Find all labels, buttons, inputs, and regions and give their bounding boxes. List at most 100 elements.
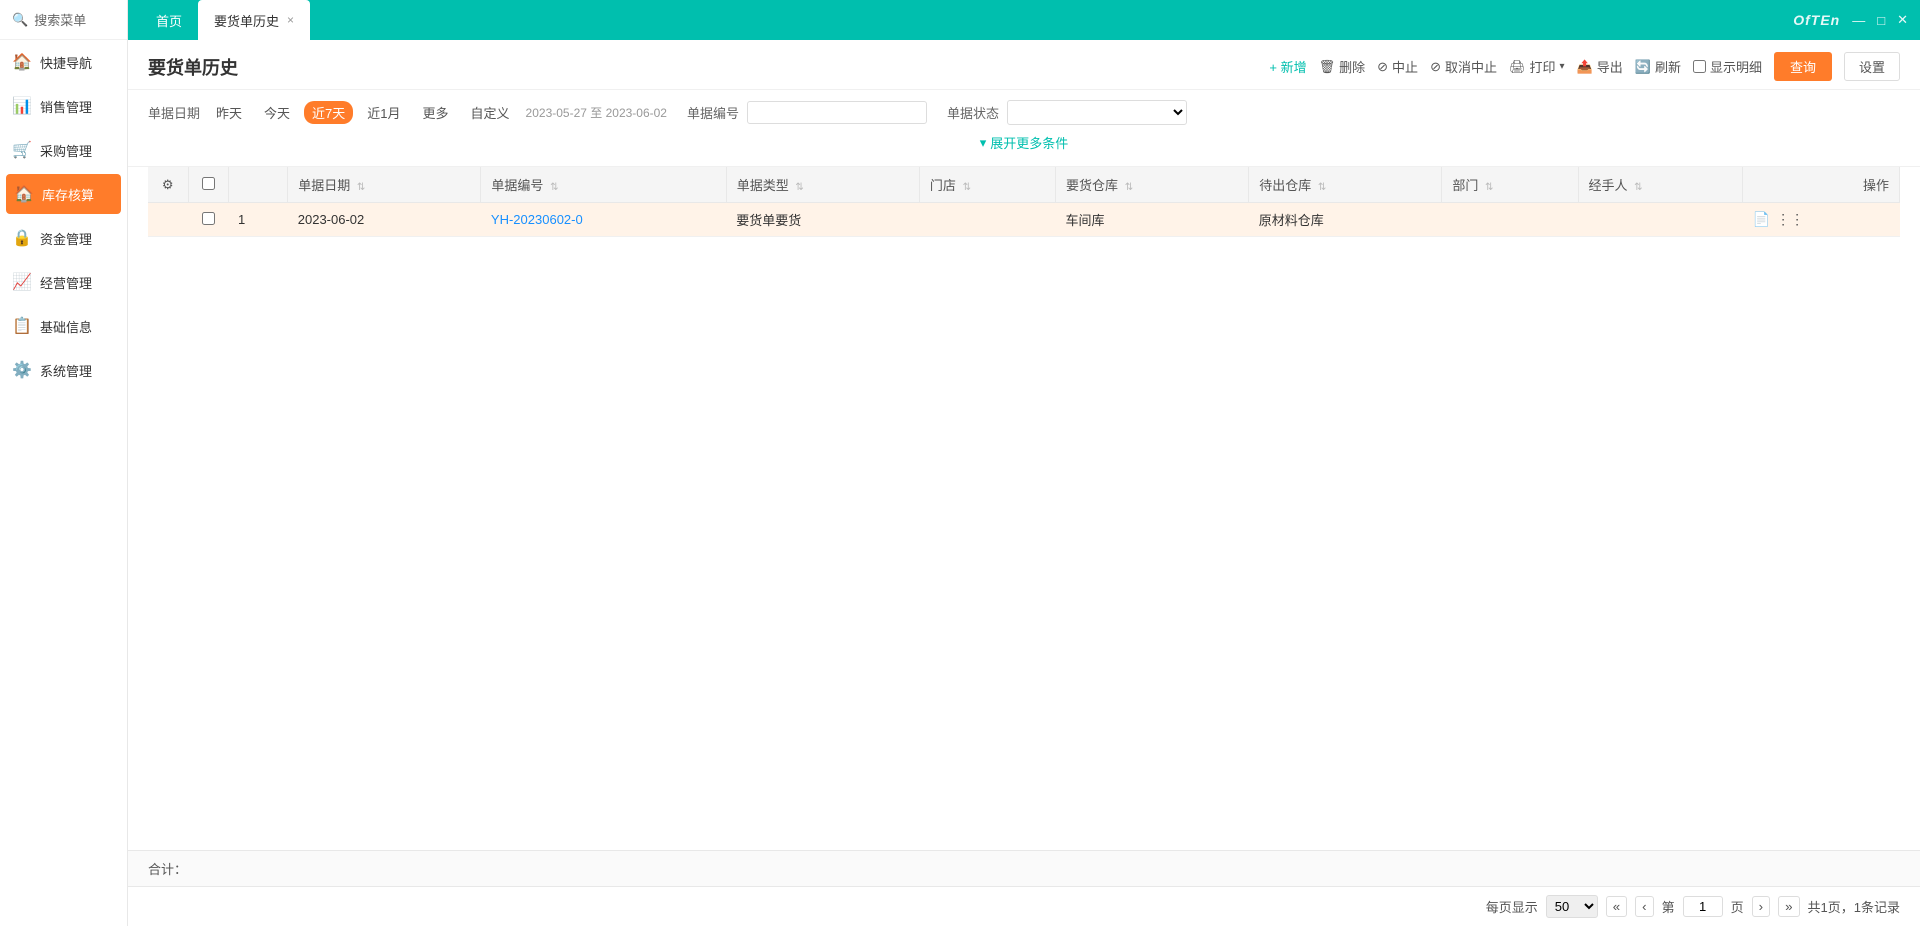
col-req-warehouse[interactable]: 要货仓库 ⇅ xyxy=(1056,167,1249,203)
status-select[interactable] xyxy=(1007,100,1187,125)
table-row: 1 2023-06-02 YH-20230602-0 要货单要货 xyxy=(148,203,1900,237)
sidebar-item-inventory[interactable]: 🏠 库存核算 xyxy=(6,174,121,214)
sidebar-item-purchase[interactable]: 🛒 采购管理 xyxy=(0,128,127,172)
display-toggle-checkbox[interactable] xyxy=(1693,60,1706,73)
per-page-select[interactable]: 20 50 100 xyxy=(1546,895,1598,918)
tab-home[interactable]: 首页 xyxy=(140,0,198,40)
col-doc-type[interactable]: 单据类型 ⇅ xyxy=(726,167,919,203)
sidebar-item-system[interactable]: ⚙️ 系统管理 xyxy=(0,348,127,392)
sort-handler-icon: ⇅ xyxy=(1634,182,1642,193)
filter-area: 单据日期 昨天 今天 近7天 近1月 更多 自定义 2023-05-27 至 2… xyxy=(128,90,1920,167)
stop-icon: ⊘ xyxy=(1377,59,1388,75)
delete-icon: 🗑 xyxy=(1319,59,1336,75)
stop-button[interactable]: ⊘ 中止 xyxy=(1377,57,1418,76)
sidebar: 🔍 搜索菜单 🏠 快捷导航 📊 销售管理 🛒 采购管理 🏠 库存核算 🔒 资金管… xyxy=(0,0,128,926)
page-input[interactable] xyxy=(1683,896,1723,917)
col-dept[interactable]: 部门 ⇅ xyxy=(1442,167,1578,203)
more-button[interactable]: 更多 xyxy=(415,101,457,124)
sort-doc-date-icon: ⇅ xyxy=(357,182,365,193)
query-button[interactable]: 查询 xyxy=(1774,52,1832,81)
col-handler[interactable]: 经手人 ⇅ xyxy=(1578,167,1743,203)
col-doc-no[interactable]: 单据编号 ⇅ xyxy=(481,167,726,203)
topbar: 首页 要货单历史 × OfTEn — □ ✕ xyxy=(128,0,1920,40)
sidebar-item-basic-info[interactable]: 📋 基础信息 xyxy=(0,304,127,348)
row-pending-warehouse-cell: 原材料仓库 xyxy=(1249,203,1442,237)
minimize-button[interactable]: — xyxy=(1852,13,1865,28)
prev-page-button[interactable]: ‹ xyxy=(1635,896,1653,917)
col-seq xyxy=(228,167,288,203)
toolbar: + 新增 🗑 删除 ⊘ 中止 ⊘ 取消中止 🖨 打印 ▾ xyxy=(1269,52,1900,81)
sidebar-item-quick-nav[interactable]: 🏠 快捷导航 xyxy=(0,40,127,84)
print-button[interactable]: 🖨 打印 ▾ xyxy=(1509,57,1565,76)
expand-more-button[interactable]: ▾ 展开更多条件 xyxy=(148,129,1900,156)
stop-button-label: 中止 xyxy=(1392,57,1418,76)
date-quick-buttons: 昨天 今天 近7天 近1月 更多 自定义 xyxy=(208,101,518,124)
new-button[interactable]: + 新增 xyxy=(1269,57,1306,76)
row-pending-warehouse: 原材料仓库 xyxy=(1259,213,1324,228)
custom-button[interactable]: 自定义 xyxy=(463,101,518,124)
sidebar-search[interactable]: 🔍 搜索菜单 xyxy=(0,0,127,40)
sidebar-item-finance[interactable]: 🔒 资金管理 xyxy=(0,216,127,260)
last1month-button[interactable]: 近1月 xyxy=(359,101,408,124)
tab-close-button[interactable]: × xyxy=(287,13,294,27)
delete-button-label: 删除 xyxy=(1339,57,1365,76)
operations-icon: 📈 xyxy=(12,272,32,292)
col-checkbox xyxy=(188,167,228,203)
settings-icon[interactable]: ⚙ xyxy=(162,177,174,192)
display-toggle-label: 显示明细 xyxy=(1710,57,1762,76)
sidebar-item-label: 基础信息 xyxy=(40,317,92,336)
search-icon: 🔍 xyxy=(12,12,28,28)
inventory-icon: 🏠 xyxy=(14,184,34,204)
docno-input[interactable] xyxy=(747,101,927,124)
row-doc-no-link[interactable]: YH-20230602-0 xyxy=(491,212,583,227)
status-filter-group: 单据状态 xyxy=(947,100,1187,125)
row-checkbox[interactable] xyxy=(202,212,215,225)
col-settings[interactable]: ⚙ xyxy=(148,167,188,203)
today-button[interactable]: 今天 xyxy=(256,101,298,124)
display-toggle[interactable]: 显示明细 xyxy=(1693,57,1762,76)
sidebar-item-label: 快捷导航 xyxy=(40,53,92,72)
page-suffix: 页 xyxy=(1731,897,1744,916)
row-dept-cell xyxy=(1442,203,1578,237)
system-icon: ⚙️ xyxy=(12,360,32,380)
row-seq-cell: 1 xyxy=(228,203,288,237)
topbar-right: OfTEn — □ ✕ xyxy=(1793,12,1908,28)
col-pending-warehouse[interactable]: 待出仓库 ⇅ xyxy=(1249,167,1442,203)
next-page-button[interactable]: › xyxy=(1752,896,1770,917)
tab-order-history[interactable]: 要货单历史 × xyxy=(198,0,310,40)
close-button[interactable]: ✕ xyxy=(1897,12,1908,28)
yesterday-button[interactable]: 昨天 xyxy=(208,101,250,124)
sort-dept-icon: ⇅ xyxy=(1485,182,1493,193)
cancel-stop-button[interactable]: ⊘ 取消中止 xyxy=(1430,57,1497,76)
pagination: 每页显示 20 50 100 « ‹ 第 页 › » 共1页，1条记录 xyxy=(128,886,1920,926)
expand-label: 展开更多条件 xyxy=(990,133,1068,152)
purchase-icon: 🛒 xyxy=(12,140,32,160)
row-more-button[interactable]: ⋮⋮ xyxy=(1776,211,1804,228)
last-page-button[interactable]: » xyxy=(1778,896,1799,917)
col-doc-date[interactable]: 单据日期 ⇅ xyxy=(288,167,481,203)
row-doc-type-cell: 要货单要货 xyxy=(726,203,919,237)
first-page-button[interactable]: « xyxy=(1606,896,1627,917)
row-edit-button[interactable]: 📄 xyxy=(1753,211,1770,228)
col-dept-label: 部门 xyxy=(1452,178,1478,193)
sidebar-item-operations[interactable]: 📈 经营管理 xyxy=(0,260,127,304)
last7days-button[interactable]: 近7天 xyxy=(304,101,353,124)
sidebar-item-label: 销售管理 xyxy=(40,97,92,116)
col-store[interactable]: 门店 ⇅ xyxy=(919,167,1055,203)
print-icon: 🖨 xyxy=(1509,59,1526,75)
table-header-row: ⚙ 单据日期 ⇅ 单据编号 ⇅ xyxy=(148,167,1900,203)
settings-button[interactable]: 设置 xyxy=(1844,52,1900,81)
per-page-label: 每页显示 xyxy=(1486,897,1538,916)
delete-button[interactable]: 🗑 删除 xyxy=(1319,57,1366,76)
content-area: 要货单历史 + 新增 🗑 删除 ⊘ 中止 ⊘ 取消中止 🖨 xyxy=(128,40,1920,926)
action-buttons: 📄 ⋮⋮ xyxy=(1753,211,1890,228)
refresh-button[interactable]: 🔄 刷新 xyxy=(1635,57,1681,76)
export-icon: 📤 xyxy=(1577,59,1593,75)
row-settings-cell xyxy=(148,203,188,237)
maximize-button[interactable]: □ xyxy=(1877,13,1885,28)
cancel-stop-label: 取消中止 xyxy=(1445,57,1497,76)
export-button[interactable]: 📤 导出 xyxy=(1577,57,1623,76)
sidebar-item-sales[interactable]: 📊 销售管理 xyxy=(0,84,127,128)
summary-label: 合计： xyxy=(148,859,187,878)
select-all-checkbox[interactable] xyxy=(202,177,215,190)
